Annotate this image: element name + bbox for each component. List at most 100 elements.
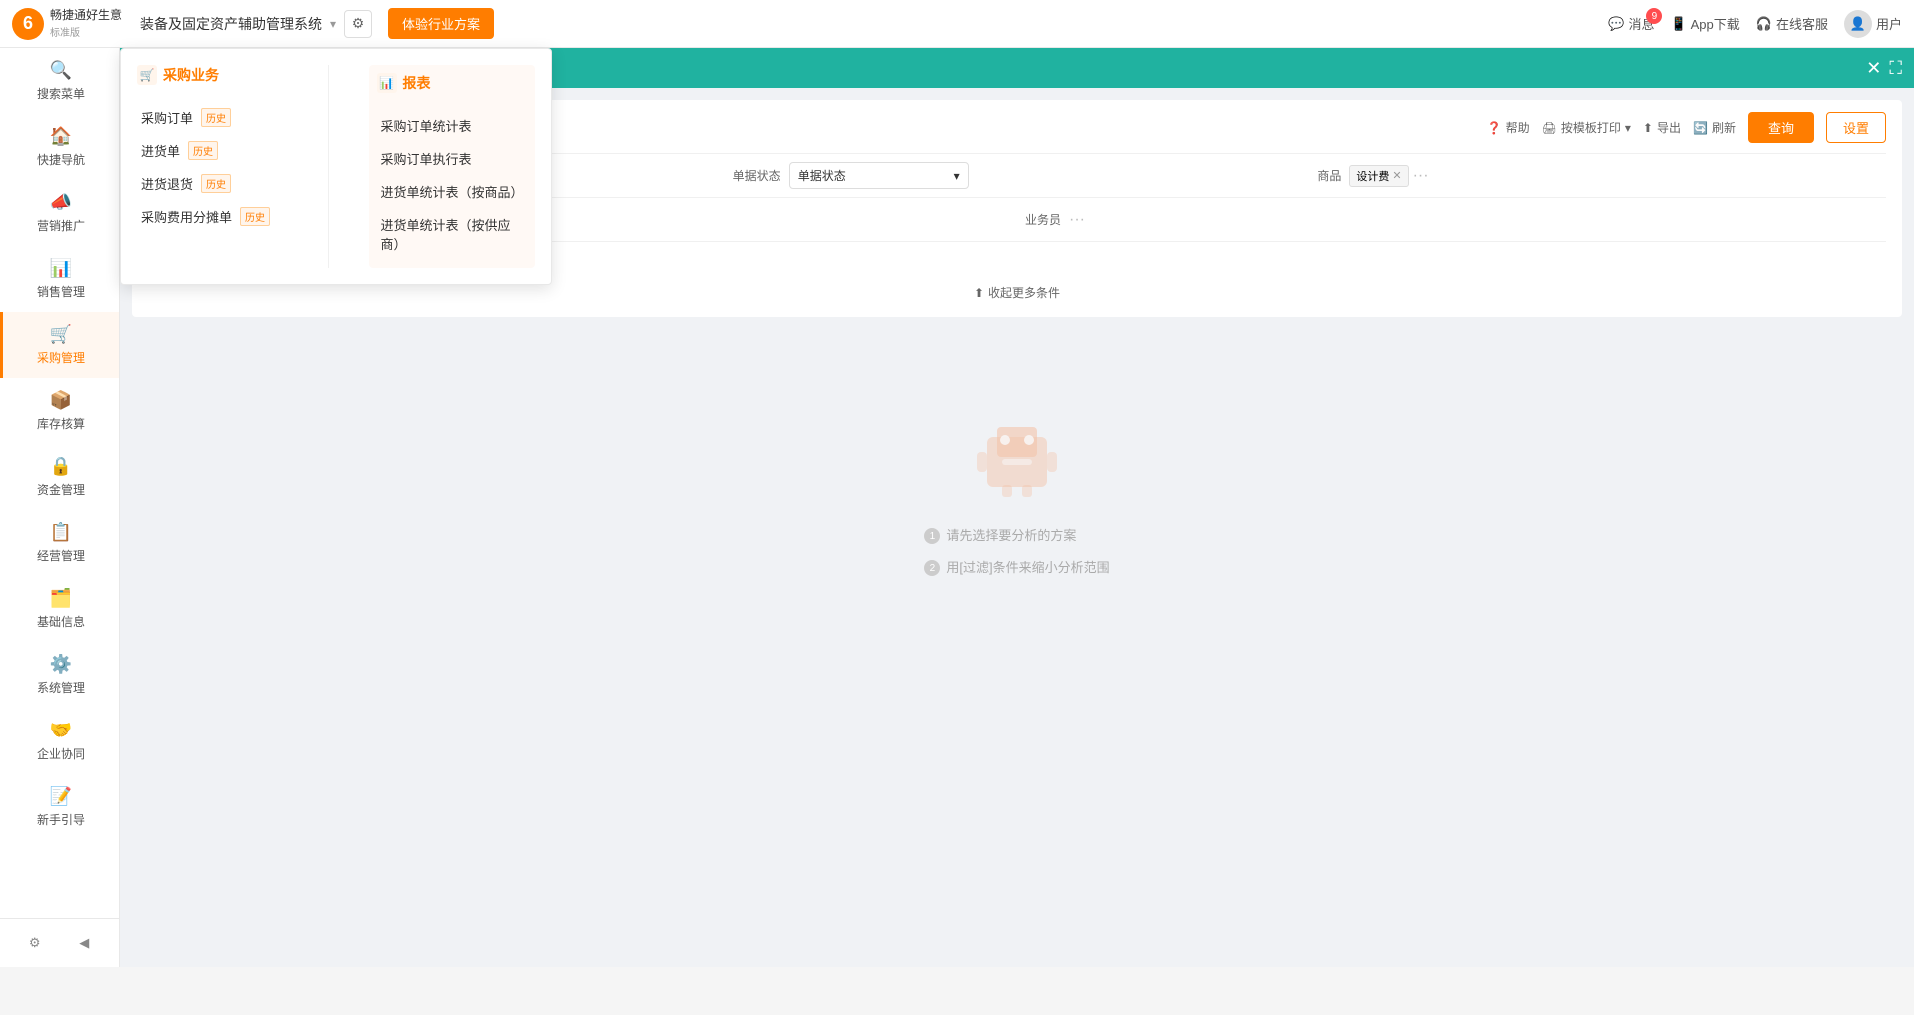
empty-illustration <box>967 407 1067 507</box>
doc-status-arrow-icon: ▾ <box>954 169 960 183</box>
messages-btn[interactable]: 💬 消息 9 <box>1608 14 1654 33</box>
brand-name: 畅捷通好生意 <box>50 8 122 24</box>
phone-icon: 📱 <box>1670 16 1686 32</box>
sidebar-item-nav[interactable]: 🏠 快捷导航 <box>0 114 119 180</box>
menu-item-receipt-stat-goods[interactable]: 进货单统计表（按商品） <box>377 175 528 208</box>
home-icon: 🏠 <box>50 126 72 147</box>
user-area[interactable]: 👤 用户 <box>1844 10 1902 38</box>
sidebar-bottom: ⚙ ◀ <box>0 918 119 967</box>
search-icon: 🔍 <box>50 60 72 81</box>
collapse-up-icon: ⬆ <box>974 286 984 300</box>
online-service-btn[interactable]: 🎧 在线客服 <box>1756 14 1828 33</box>
industry-btn[interactable]: 体验行业方案 <box>388 8 494 39</box>
sidebar-item-marketing[interactable]: 📣 营销推广 <box>0 180 119 246</box>
gear-button[interactable]: ⚙ <box>344 10 372 38</box>
sidebar-collapse-btn[interactable]: ◀ <box>70 929 98 957</box>
basic-icon: 🗂️ <box>50 588 72 609</box>
sidebar-settings-btn[interactable]: ⚙ <box>21 929 49 957</box>
sidebar-item-finance[interactable]: 🔒 资金管理 <box>0 444 119 510</box>
goods-label: 商品 <box>1317 167 1341 184</box>
refresh-btn[interactable]: 🔄 刷新 <box>1693 119 1736 136</box>
sidebar-item-operation[interactable]: 📋 经营管理 <box>0 510 119 576</box>
goods-more-icon[interactable]: ··· <box>1413 167 1429 185</box>
inventory-icon: 📦 <box>50 390 72 411</box>
purchase-title-icon: 🛒 <box>137 65 157 85</box>
print-btn[interactable]: 🖨 按模板打印 ▾ <box>1542 119 1631 136</box>
sidebar-item-system[interactable]: ⚙️ 系统管理 <box>0 642 119 708</box>
tab-close-window-icon[interactable]: ✕ <box>1866 58 1881 79</box>
guide-icon: 📝 <box>50 786 72 807</box>
hist-tag-purchase-order: 历史 <box>201 108 231 127</box>
dropdown-arrow-icon[interactable]: ▾ <box>330 17 336 31</box>
logo-area: 6 畅捷通好生意 标准版 <box>12 8 132 40</box>
sidebar-item-purchase[interactable]: 🛒 采购管理 <box>0 312 119 378</box>
sales-icon: 📊 <box>50 258 72 279</box>
purchase-icon: 🛒 <box>50 324 72 345</box>
finance-icon: 🔒 <box>50 456 72 477</box>
system-icon: ⚙️ <box>50 654 72 675</box>
system-title-area: 装备及固定资产辅助管理系统 ▾ ⚙ 体验行业方案 <box>140 8 1608 39</box>
sidebar-item-sales[interactable]: 📊 销售管理 <box>0 246 119 312</box>
app-download-btn[interactable]: 📱 App下载 <box>1670 14 1739 33</box>
message-icon: 💬 <box>1608 16 1624 32</box>
system-title-text: 装备及固定资产辅助管理系统 <box>140 14 322 34</box>
top-right-area: 💬 消息 9 📱 App下载 🎧 在线客服 👤 用户 <box>1608 10 1902 38</box>
hist-tag-expense: 历史 <box>240 207 270 226</box>
doc-status-label: 单据状态 <box>733 167 781 184</box>
salesman-label: 业务员 <box>1025 211 1061 228</box>
menu-item-purchase-order[interactable]: 采购订单 历史 <box>137 101 288 134</box>
menu-divider <box>328 65 329 268</box>
purchase-menu-section: 🛒 采购业务 采购订单 历史 进货单 历史 进货退货 历史 采购费用分摊单 历史 <box>137 65 288 268</box>
help-btn[interactable]: ❓ 帮助 <box>1487 119 1530 136</box>
collapse-btn[interactable]: ⬆ 收起更多条件 <box>974 284 1060 301</box>
sidebar-item-guide[interactable]: 📝 新手引导 <box>0 774 119 840</box>
print-icon: 🖨 <box>1542 121 1557 135</box>
menu-item-purchase-order-exec[interactable]: 采购订单执行表 <box>377 142 528 175</box>
doc-status-select[interactable]: 单据状态 ▾ <box>789 162 969 189</box>
report-menu-section: 📊 报表 采购订单统计表 采购订单执行表 进货单统计表（按商品） 进货单统计表（… <box>369 65 536 268</box>
refresh-icon: 🔄 <box>1693 121 1708 135</box>
menu-item-purchase-order-stat[interactable]: 采购订单统计表 <box>377 109 528 142</box>
sidebar-item-basic[interactable]: 🗂️ 基础信息 <box>0 576 119 642</box>
sidebar-item-inventory[interactable]: 📦 库存核算 <box>0 378 119 444</box>
avatar: 👤 <box>1844 10 1872 38</box>
salesman-filter-group: 业务员 ··· <box>1025 211 1886 229</box>
goods-tag: 设计费 ✕ <box>1349 165 1408 187</box>
top-bar: 6 畅捷通好生意 标准版 装备及固定资产辅助管理系统 ▾ ⚙ 体验行业方案 💬 … <box>0 0 1914 48</box>
hint2-icon: 2 <box>924 560 940 576</box>
sidebar-item-search[interactable]: 🔍 搜索菜单 <box>0 48 119 114</box>
sidebar-item-enterprise[interactable]: 🤝 企业协同 <box>0 708 119 774</box>
goods-tag-close-icon[interactable]: ✕ <box>1392 169 1401 182</box>
message-badge: 9 <box>1646 8 1662 24</box>
sidebar: 🔍 搜索菜单 🏠 快捷导航 📣 营销推广 📊 销售管理 🛒 采购管理 📦 库存核… <box>0 48 120 967</box>
logo-icon: 6 <box>12 8 44 40</box>
tab-bar-actions: ✕ ⛶ <box>1866 58 1914 79</box>
menu-item-purchase-expense[interactable]: 采购费用分摊单 历史 <box>137 200 288 233</box>
empty-state: 1 请先选择要分析的方案 2 用[过滤]条件来缩小分析范围 <box>132 327 1902 661</box>
operation-icon: 📋 <box>50 522 72 543</box>
query-btn[interactable]: 查询 <box>1748 112 1814 143</box>
marketing-icon: 📣 <box>50 192 72 213</box>
headset-icon: 🎧 <box>1756 16 1772 32</box>
print-arrow-icon: ▾ <box>1625 121 1631 135</box>
brand-edition: 标准版 <box>50 24 122 39</box>
hist-tag-return: 历史 <box>201 174 231 193</box>
hint1-icon: 1 <box>924 528 940 544</box>
report-section-title: 📊 报表 <box>377 73 528 97</box>
hist-tag-receipt: 历史 <box>188 141 218 160</box>
export-icon: ⬆ <box>1643 121 1653 135</box>
menu-item-receipt-stat-supplier[interactable]: 进货单统计表（按供应商） <box>377 208 528 260</box>
empty-hint1: 请先选择要分析的方案 <box>946 523 1076 549</box>
enterprise-icon: 🤝 <box>50 720 72 741</box>
menu-item-purchase-receipt[interactable]: 进货单 历史 <box>137 134 288 167</box>
doc-status-filter-group: 单据状态 单据状态 ▾ <box>733 162 1302 189</box>
menu-item-purchase-return[interactable]: 进货退货 历史 <box>137 167 288 200</box>
dropdown-overlay: 🛒 采购业务 采购订单 历史 进货单 历史 进货退货 历史 采购费用分摊单 历史 <box>120 48 552 285</box>
export-btn[interactable]: ⬆ 导出 <box>1643 119 1681 136</box>
dropdown-menu: 🛒 采购业务 采购订单 历史 进货单 历史 进货退货 历史 采购费用分摊单 历史 <box>120 48 552 285</box>
settings-btn[interactable]: 设置 <box>1826 112 1886 143</box>
salesman-more-icon[interactable]: ··· <box>1069 211 1085 229</box>
goods-filter-group: 商品 设计费 ✕ ··· <box>1317 165 1886 187</box>
tab-expand-icon[interactable]: ⛶ <box>1889 58 1902 79</box>
help-icon: ❓ <box>1487 121 1502 135</box>
